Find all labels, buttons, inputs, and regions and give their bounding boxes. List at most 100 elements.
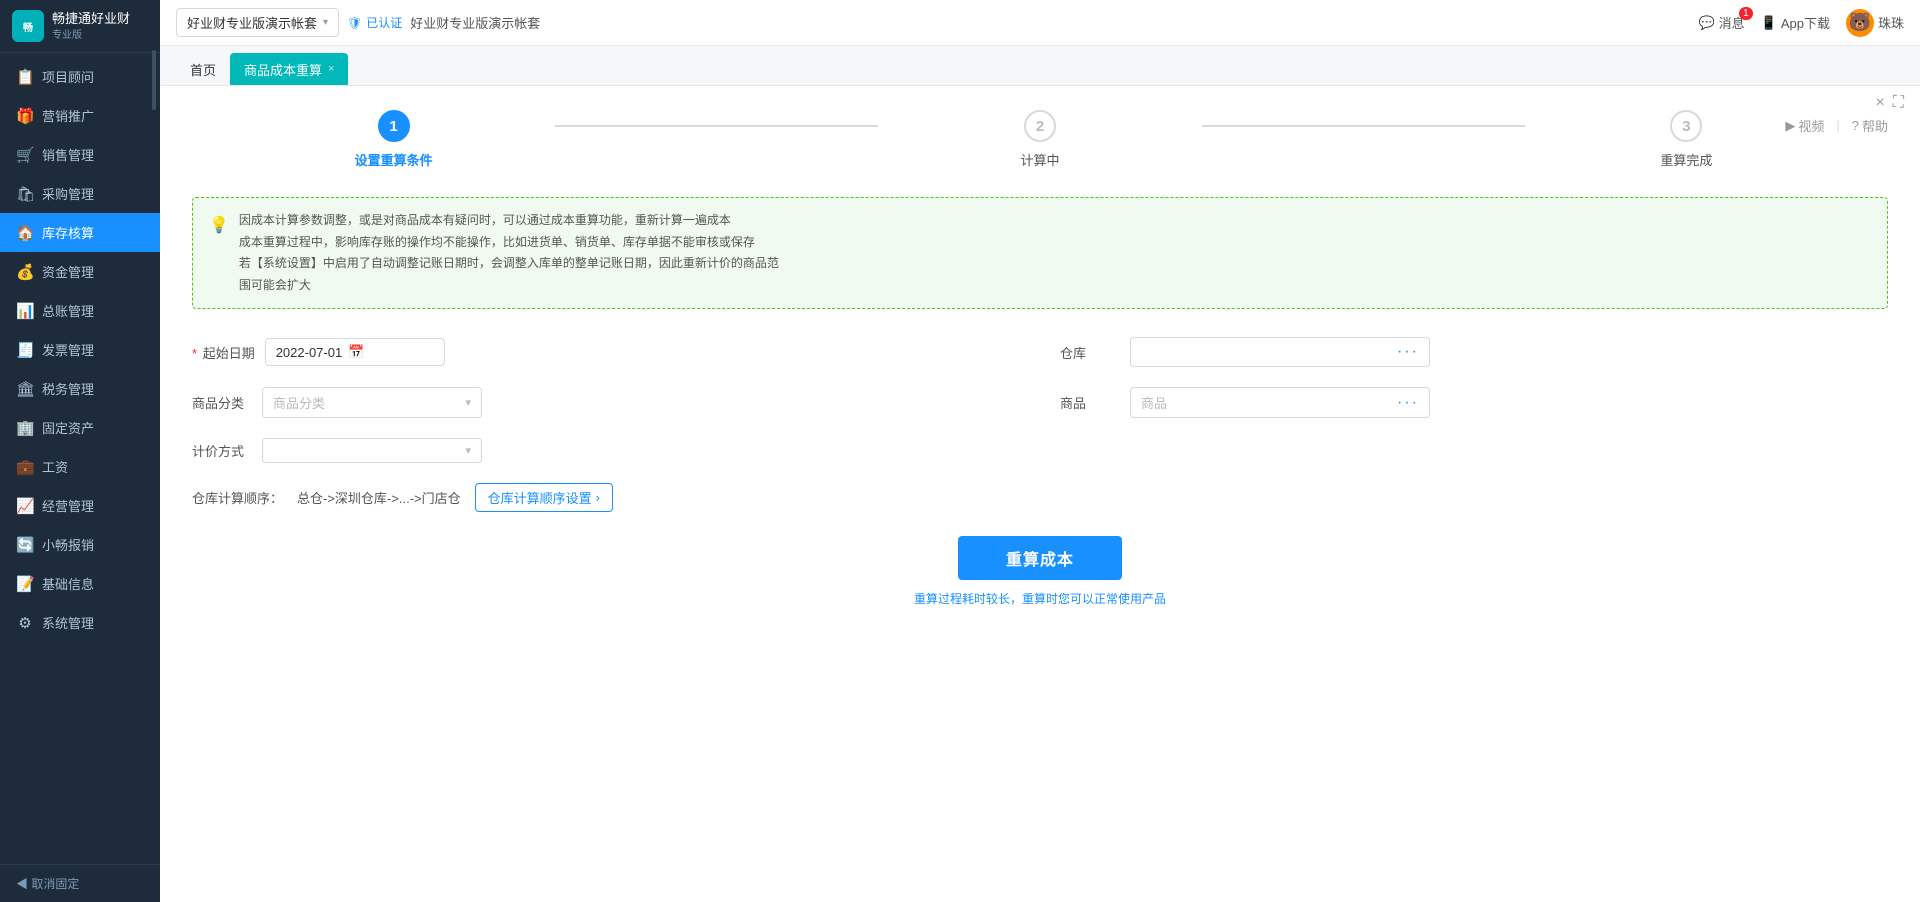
step-2-label: 计算中 — [1021, 150, 1060, 169]
sidebar-item-inventory[interactable]: 🏠库存核算 — [0, 213, 160, 252]
sidebar-item-purchase[interactable]: 🛍采购管理 — [0, 174, 160, 213]
sales-icon: 🛒 — [16, 146, 34, 164]
sidebar-item-tax[interactable]: 🏛 税务管理 — [0, 369, 160, 408]
account-select[interactable]: 好业财专业版演示帐套 ▾ — [176, 8, 339, 37]
salary-icon: 💼 — [16, 458, 34, 476]
sidebar-item-asset[interactable]: 🏢 固定资产 — [0, 408, 160, 447]
step-1-label: 设置重算条件 — [355, 150, 433, 169]
message-button[interactable]: 💬 消息 1 — [1698, 13, 1744, 32]
tab-close-icon[interactable]: × — [328, 63, 334, 75]
form-row-2: 商品分类 商品分类 ▾ 商品 商品 ··· — [192, 387, 1888, 418]
warehouse-order-label: 仓库计算顺序： — [192, 488, 283, 507]
sidebar-item-label: 经营管理 — [42, 496, 94, 515]
step-3-label: 重算完成 — [1660, 150, 1712, 169]
category-select[interactable]: 商品分类 ▾ — [262, 387, 482, 418]
recalculate-button[interactable]: 重算成本 — [958, 536, 1122, 580]
verified-badge: 🛡 已认证 — [347, 14, 402, 31]
product-input[interactable]: 商品 ··· — [1130, 387, 1430, 418]
sidebar-footer-unpin[interactable]: ◀ 取消固定 — [0, 864, 160, 902]
sidebar-item-label: 小畅报销 — [42, 535, 94, 554]
form-row-1: * 起始日期 2022-07-01 📅 仓库 ··· — [192, 337, 1888, 367]
sidebar-item-label: 销售管理 — [42, 145, 94, 164]
invoice-icon: 🧾 — [16, 341, 34, 359]
sidebar-item-label: 系统管理 — [42, 613, 94, 632]
app-download-button[interactable]: 📱 App下载 — [1761, 13, 1830, 32]
sidebar-item-label: 采购管理 — [42, 184, 94, 203]
sidebar-item-sales[interactable]: 🛒 销售管理 — [0, 135, 160, 174]
steps-bar: 1 设置重算条件 2 计算中 3 重算完成 ▶ 视频 | ? — [192, 110, 1888, 169]
sidebar-item-label: 税务管理 — [42, 379, 94, 398]
sidebar-item-accounting[interactable]: 📊 总账管理 — [0, 291, 160, 330]
tab-home[interactable]: 首页 — [176, 53, 230, 85]
sidebar-item-system[interactable]: ⚙ 系统管理 — [0, 603, 160, 642]
operation-icon: 📈 — [16, 497, 34, 515]
step-3-circle: 3 — [1670, 110, 1702, 142]
calc-tip-text: 重算过程耗时较长，重算时您可以正常使用产品 — [192, 590, 1888, 607]
warehouse-group: 仓库 ··· — [1060, 337, 1888, 367]
sidebar-item-basic[interactable]: 📝基础信息 — [0, 564, 160, 603]
steps-help: ▶ 视频 | ? 帮助 — [1785, 116, 1888, 135]
warehouse-order-value: 总仓->深圳仓库->...->门店仓 — [297, 488, 461, 507]
sidebar-item-expense[interactable]: 🔄 小畅报销 — [0, 525, 160, 564]
warehouse-dots-icon[interactable]: ··· — [1397, 343, 1419, 361]
sidebar-item-salary[interactable]: 💼 工资 — [0, 447, 160, 486]
app-logo: 畅 — [12, 10, 44, 42]
maximize-icon[interactable]: ⛶ — [1893, 94, 1904, 112]
step-2-circle: 2 — [1024, 110, 1056, 142]
asset-icon: 🏢 — [16, 419, 34, 437]
expense-icon: 🔄 — [16, 536, 34, 554]
sidebar-item-label: 固定资产 — [42, 418, 94, 437]
pricing-select[interactable]: ▾ — [262, 438, 482, 463]
sidebar-item-label: 营销推广 — [42, 106, 94, 125]
start-date-group: * 起始日期 2022-07-01 📅 — [192, 338, 1020, 366]
tab-cost-recalc[interactable]: 商品成本重算 × — [230, 53, 348, 85]
info-text: 因成本计算参数调整，或是对商品成本有疑问时，可以通过成本重算功能，重新计算一遍成… — [239, 210, 779, 296]
sidebar-nav: 📋项目顾问🎁营销推广 🛒 销售管理 🛍采购管理🏠库存核算 💰 资金管理 📊 总账管理 🧾发票管理… — [0, 53, 160, 864]
step-line-1-2 — [555, 125, 878, 127]
finance-icon: 💰 — [16, 263, 34, 281]
chevron-down-icon: ▾ — [465, 444, 471, 457]
message-badge: 1 — [1739, 7, 1753, 20]
sidebar-header: 畅 畅捷通好业财 专业版 — [0, 0, 160, 53]
app-subtitle: 专业版 — [52, 26, 130, 41]
warehouse-label: 仓库 — [1060, 343, 1120, 362]
chevron-down-icon: ▾ — [323, 17, 328, 28]
sidebar-item-project[interactable]: 📋项目顾问 — [0, 57, 160, 96]
sidebar-item-label: 工资 — [42, 457, 68, 476]
sidebar: 畅 畅捷通好业财 专业版 📋项目顾问🎁营销推广 🛒 销售管理 🛍采购管理🏠库存核算 💰 资… — [0, 0, 160, 902]
sidebar-item-label: 项目顾问 — [42, 67, 94, 86]
pricing-label: 计价方式 — [192, 441, 252, 460]
warehouse-order-settings-button[interactable]: 仓库计算顺序设置 › — [475, 483, 613, 512]
warehouse-input[interactable]: ··· — [1130, 337, 1430, 367]
content-area: × ⛶ 1 设置重算条件 2 计算中 3 — [160, 86, 1920, 902]
sidebar-item-finance[interactable]: 💰 资金管理 — [0, 252, 160, 291]
info-box: 💡 因成本计算参数调整，或是对商品成本有疑问时，可以通过成本重算功能，重新计算一… — [192, 197, 1888, 309]
phone-icon: 📱 — [1761, 15, 1777, 31]
tabs-bar: 首页 商品成本重算 × — [160, 46, 1920, 86]
user-avatar-button[interactable]: 🐻 珠珠 — [1846, 9, 1904, 37]
sidebar-item-label: 库存核算 — [42, 223, 94, 242]
step-1-circle: 1 — [378, 110, 410, 142]
tax-icon: 🏛 — [16, 380, 34, 398]
help-link[interactable]: ? 帮助 — [1852, 116, 1888, 135]
main-area: 好业财专业版演示帐套 ▾ 🛡 已认证 好业财专业版演示帐套 💬 消息 1 📱 A… — [160, 0, 1920, 902]
warehouse-order-row: 仓库计算顺序： 总仓->深圳仓库->...->门店仓 仓库计算顺序设置 › — [192, 483, 1888, 512]
account-select-label: 好业财专业版演示帐套 — [187, 13, 317, 32]
accounting-icon: 📊 — [16, 302, 34, 320]
video-help-link[interactable]: ▶ 视频 — [1785, 116, 1824, 135]
topbar: 好业财专业版演示帐套 ▾ 🛡 已认证 好业财专业版演示帐套 💬 消息 1 📱 A… — [160, 0, 1920, 46]
sidebar-item-marketing[interactable]: 🎁营销推广 — [0, 96, 160, 135]
start-date-input[interactable]: 2022-07-01 📅 — [265, 338, 445, 366]
sidebar-item-label: 总账管理 — [42, 301, 94, 320]
chevron-right-icon: › — [596, 490, 600, 505]
topbar-right: 💬 消息 1 📱 App下载 🐻 珠珠 — [1698, 9, 1904, 37]
form-row-3: 计价方式 ▾ — [192, 438, 1888, 463]
sidebar-item-invoice[interactable]: 🧾发票管理 — [0, 330, 160, 369]
calendar-icon[interactable]: 📅 — [348, 344, 364, 360]
product-dots-icon[interactable]: ··· — [1397, 394, 1419, 412]
sidebar-item-label: 资金管理 — [42, 262, 94, 281]
lightbulb-icon: 💡 — [209, 212, 229, 296]
system-icon: ⚙ — [16, 614, 34, 632]
sidebar-item-operation[interactable]: 📈 经营管理 — [0, 486, 160, 525]
scroll-indicator — [150, 50, 158, 872]
